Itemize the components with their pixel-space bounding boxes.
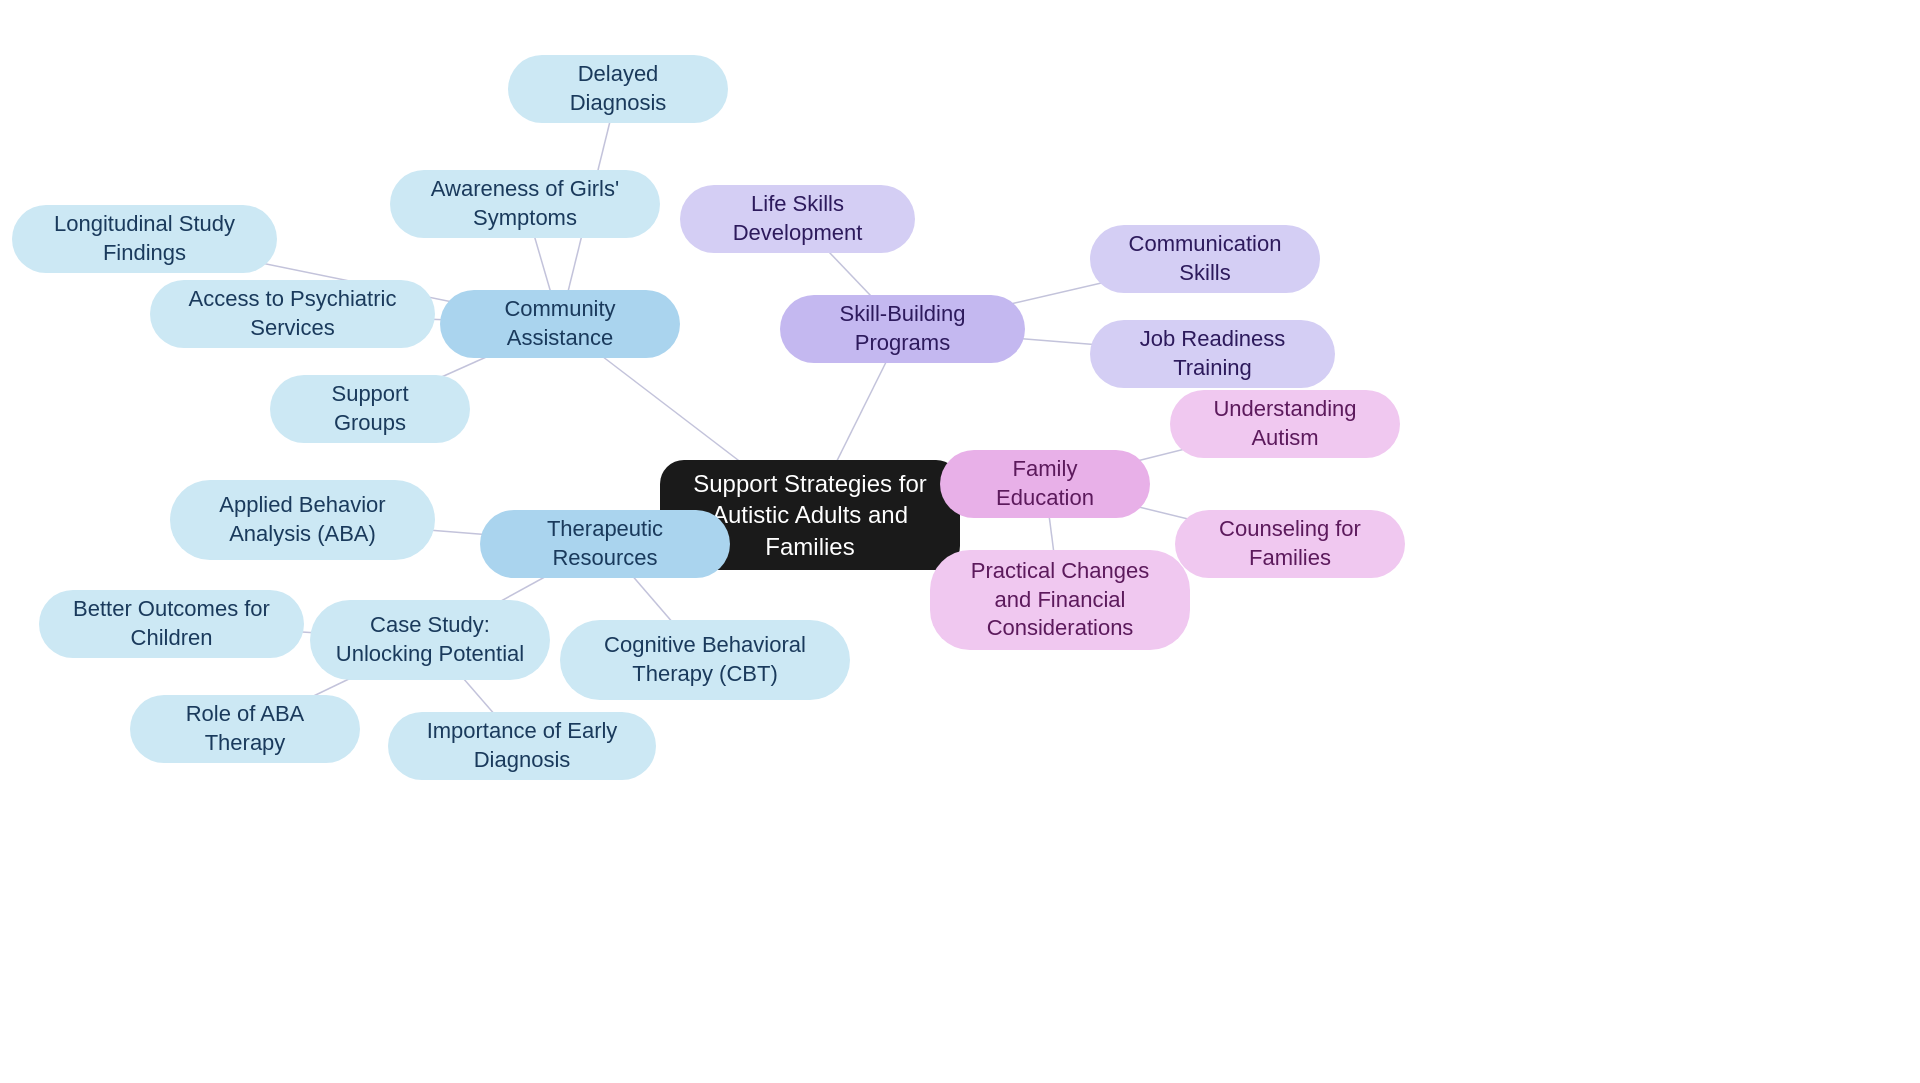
node-practical_changes[interactable]: Practical Changes and Financial Consider…	[930, 550, 1190, 650]
node-support_groups[interactable]: Support Groups	[270, 375, 470, 443]
node-delayed_diagnosis[interactable]: Delayed Diagnosis	[508, 55, 728, 123]
node-access_psychiatric[interactable]: Access to Psychiatric Services	[150, 280, 435, 348]
node-therapeutic_resources[interactable]: Therapeutic Resources	[480, 510, 730, 578]
node-communication_skills[interactable]: Communication Skills	[1090, 225, 1320, 293]
node-community_assistance[interactable]: Community Assistance	[440, 290, 680, 358]
mindmap-container: Support Strategies for Autistic Adults a…	[0, 0, 1920, 1083]
node-cbt[interactable]: Cognitive Behavioral Therapy (CBT)	[560, 620, 850, 700]
node-counseling_families[interactable]: Counseling for Families	[1175, 510, 1405, 578]
node-applied_behavior[interactable]: Applied Behavior Analysis (ABA)	[170, 480, 435, 560]
node-role_aba[interactable]: Role of ABA Therapy	[130, 695, 360, 763]
node-case_study[interactable]: Case Study: Unlocking Potential	[310, 600, 550, 680]
node-longitudinal_study[interactable]: Longitudinal Study Findings	[12, 205, 277, 273]
node-awareness_girls[interactable]: Awareness of Girls' Symptoms	[390, 170, 660, 238]
node-skill_building[interactable]: Skill-Building Programs	[780, 295, 1025, 363]
node-understanding_autism[interactable]: Understanding Autism	[1170, 390, 1400, 458]
node-better_outcomes[interactable]: Better Outcomes for Children	[39, 590, 304, 658]
node-life_skills[interactable]: Life Skills Development	[680, 185, 915, 253]
node-family_education[interactable]: Family Education	[940, 450, 1150, 518]
node-importance_early[interactable]: Importance of Early Diagnosis	[388, 712, 656, 780]
node-job_readiness[interactable]: Job Readiness Training	[1090, 320, 1335, 388]
